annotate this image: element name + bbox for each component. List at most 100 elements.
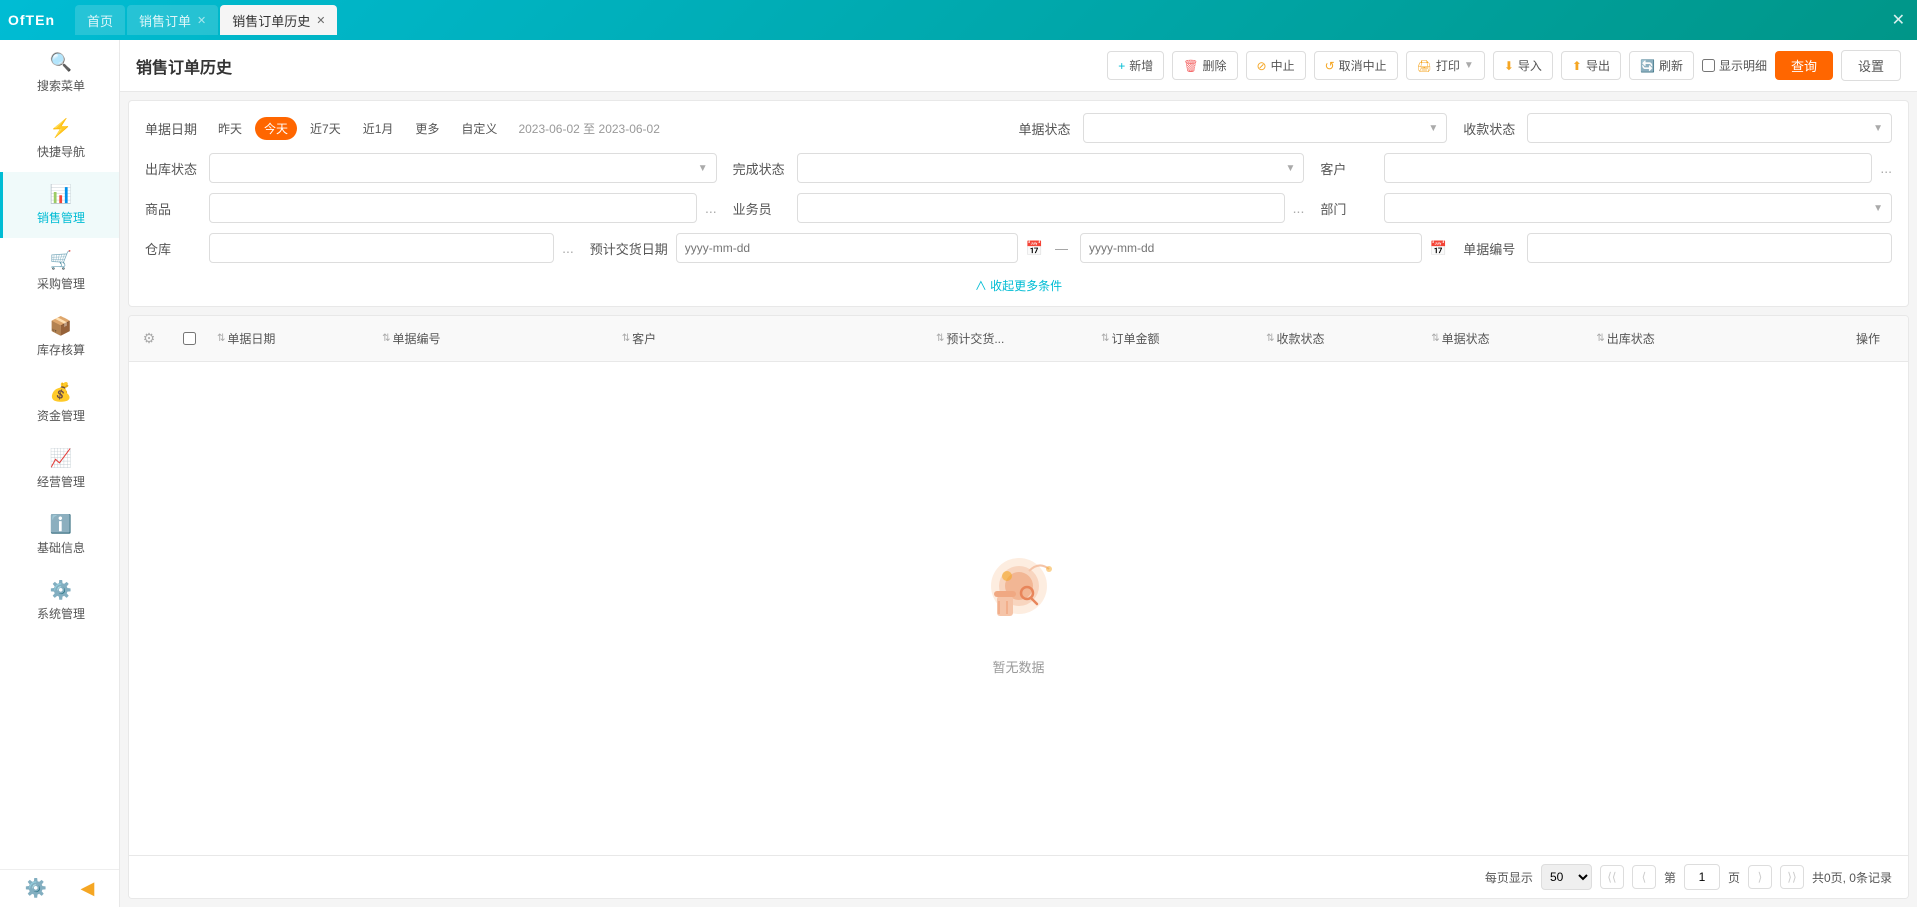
date-btn-custom[interactable]: 自定义 [452, 117, 506, 140]
tab-sales-order[interactable]: 销售订单 ✕ [127, 5, 218, 35]
col-delivery-header[interactable]: ⇅ 预计交货... [928, 324, 1093, 353]
sort-order-no-icon: ⇅ [382, 333, 390, 344]
sidebar-item-operations[interactable]: 📈 经营管理 [0, 436, 119, 502]
col-action-header: 操作 [1828, 324, 1908, 353]
toolbar: + 新增 🗑 删除 ⊘ 中止 ↺ 取消中止 🖨 打印 [1107, 50, 1901, 81]
delivery-date-start-input[interactable] [676, 233, 1018, 263]
print-button[interactable]: 🖨 打印 ▼ [1406, 51, 1485, 80]
cancel-stop-button[interactable]: ↺ 取消中止 [1314, 51, 1398, 80]
complete-dropdown-arrow: ▼ [1285, 163, 1295, 174]
col-order-status-header[interactable]: ⇅ 单据状态 [1423, 324, 1588, 353]
filter-order-no-item: 单据编号 [1463, 233, 1892, 263]
col-checkbox-cell[interactable] [169, 326, 209, 351]
sidebar-item-finance[interactable]: 💰 资金管理 [0, 370, 119, 436]
filter-row-3: 商品 ... 业务员 ... 部门 ▼ [145, 193, 1892, 223]
delete-button[interactable]: 🗑 删除 [1172, 51, 1237, 80]
sort-amount-icon: ⇅ [1101, 333, 1109, 344]
department-select[interactable]: ▼ [1384, 193, 1892, 223]
date-btn-today[interactable]: 今天 [255, 117, 297, 140]
col-pay-status-header[interactable]: ⇅ 收款状态 [1258, 324, 1423, 353]
goods-dots-button[interactable]: ... [705, 200, 717, 216]
tab-sales-order-close[interactable]: ✕ [197, 14, 206, 27]
payment-status-select[interactable]: ▼ [1527, 113, 1892, 143]
next-page-button[interactable]: ⟩ [1748, 865, 1772, 889]
warehouse-label: 仓库 [145, 239, 201, 258]
col-date-header[interactable]: ⇅ 单据日期 [209, 324, 374, 353]
import-button[interactable]: ⬇ 导入 [1493, 51, 1553, 80]
warehouse-dots-button[interactable]: ... [562, 240, 574, 256]
sidebar-item-inventory[interactable]: 📦 库存核算 [0, 304, 119, 370]
filter-department-item: 部门 ▼ [1320, 193, 1892, 223]
filter-payment-status-item: 收款状态 ▼ [1463, 113, 1892, 143]
department-label: 部门 [1320, 199, 1376, 218]
sort-pay-status-icon: ⇅ [1266, 333, 1274, 344]
sidebar-item-purchase[interactable]: 🛒 采购管理 [0, 238, 119, 304]
customer-input[interactable] [1384, 153, 1872, 183]
complete-status-select[interactable]: ▼ [797, 153, 1305, 183]
prev-page-button[interactable]: ⟨ [1632, 865, 1656, 889]
sidebar-item-operations-label: 经营管理 [37, 473, 85, 490]
filter-complete-status-item: 完成状态 ▼ [733, 153, 1305, 183]
delivery-date-end-input[interactable] [1080, 233, 1422, 263]
tab-home[interactable]: 首页 [75, 5, 125, 35]
sidebar-item-system[interactable]: ⚙️ 系统管理 [0, 568, 119, 634]
display-columns-checkbox-label[interactable]: 显示明细 [1702, 57, 1767, 74]
sidebar-item-inventory-label: 库存核算 [37, 341, 85, 358]
stop-button[interactable]: ⊘ 中止 [1246, 51, 1306, 80]
filter-order-status-item: 单据状态 ▼ [1019, 113, 1448, 143]
table-header: ⚙ ⇅ 单据日期 ⇅ 单据编号 ⇅ 客户 ⇅ [129, 316, 1908, 362]
new-button[interactable]: + 新增 [1107, 51, 1164, 80]
sort-delivery-icon: ⇅ [936, 333, 944, 344]
collapse-more-button[interactable]: ∧ 收起更多条件 [145, 273, 1892, 294]
export-button[interactable]: ⬆ 导出 [1561, 51, 1621, 80]
main-layout: 🔍 搜索菜单 ⚡ 快捷导航 📊 销售管理 🛒 采购管理 📦 库存核算 💰 资金管… [0, 40, 1917, 907]
customer-dots-button[interactable]: ... [1880, 160, 1892, 176]
page-size-select[interactable]: 50 10 20 100 [1541, 864, 1592, 890]
salesperson-input[interactable] [797, 193, 1285, 223]
col-stock-status-header[interactable]: ⇅ 出库状态 [1588, 324, 1828, 353]
department-dropdown-arrow: ▼ [1873, 203, 1883, 214]
select-all-checkbox[interactable] [183, 332, 196, 345]
sidebar-gear-icon[interactable]: ⚙️ [25, 878, 47, 899]
date-btn-1month[interactable]: 近1月 [354, 117, 403, 140]
sidebar-item-sales[interactable]: 📊 销售管理 [0, 172, 119, 238]
first-page-button[interactable]: ⟨⟨ [1600, 865, 1624, 889]
last-page-button[interactable]: ⟩⟩ [1780, 865, 1804, 889]
filter-row-1: 单据日期 昨天 今天 近7天 近1月 更多 自定义 2023-06-02 至 2… [145, 113, 1892, 143]
stop-icon: ⊘ [1257, 59, 1267, 73]
calendar-end-icon: 📅 [1430, 240, 1447, 257]
sidebar: 🔍 搜索菜单 ⚡ 快捷导航 📊 销售管理 🛒 采购管理 📦 库存核算 💰 资金管… [0, 40, 120, 907]
col-settings-cell[interactable]: ⚙ [129, 324, 169, 353]
order-status-select[interactable]: ▼ [1083, 113, 1448, 143]
sidebar-item-quick-nav[interactable]: ⚡ 快捷导航 [0, 106, 119, 172]
money-icon: 💰 [50, 382, 72, 403]
warehouse-input[interactable] [209, 233, 554, 263]
date-btn-yesterday[interactable]: 昨天 [209, 117, 251, 140]
col-amount-header[interactable]: ⇅ 订单金额 [1093, 324, 1258, 353]
trash-icon: 🗑 [1183, 59, 1198, 73]
plus-icon: + [1118, 59, 1125, 73]
sidebar-collapse-icon[interactable]: ◀ [80, 878, 94, 899]
goods-input[interactable] [209, 193, 697, 223]
settings-button[interactable]: 设置 [1841, 50, 1901, 81]
window-close-button[interactable]: ✕ [1888, 6, 1909, 34]
col-customer-header[interactable]: ⇅ 客户 [614, 324, 928, 353]
date-btn-7days[interactable]: 近7天 [301, 117, 350, 140]
filter-customer-item: 客户 ... [1320, 153, 1892, 183]
query-button[interactable]: 查询 [1775, 51, 1833, 80]
sidebar-item-basic-info[interactable]: ℹ️ 基础信息 [0, 502, 119, 568]
order-no-input[interactable] [1527, 233, 1892, 263]
sort-stock-status-icon: ⇅ [1596, 333, 1604, 344]
tab-sales-order-history[interactable]: 销售订单历史 ✕ [220, 5, 337, 35]
sidebar-item-search[interactable]: 🔍 搜索菜单 [0, 40, 119, 106]
salesperson-dots-button[interactable]: ... [1293, 200, 1305, 216]
stock-status-select[interactable]: ▼ [209, 153, 717, 183]
tab-sales-order-history-close[interactable]: ✕ [316, 14, 325, 27]
col-order-no-header[interactable]: ⇅ 单据编号 [374, 324, 614, 353]
column-settings-icon[interactable]: ⚙ [143, 330, 156, 347]
import-icon: ⬇ [1504, 59, 1514, 73]
page-number-input[interactable] [1684, 864, 1720, 890]
refresh-button[interactable]: 🔄 刷新 [1629, 51, 1694, 80]
date-btn-more[interactable]: 更多 [406, 117, 448, 140]
display-columns-checkbox[interactable] [1702, 59, 1715, 72]
